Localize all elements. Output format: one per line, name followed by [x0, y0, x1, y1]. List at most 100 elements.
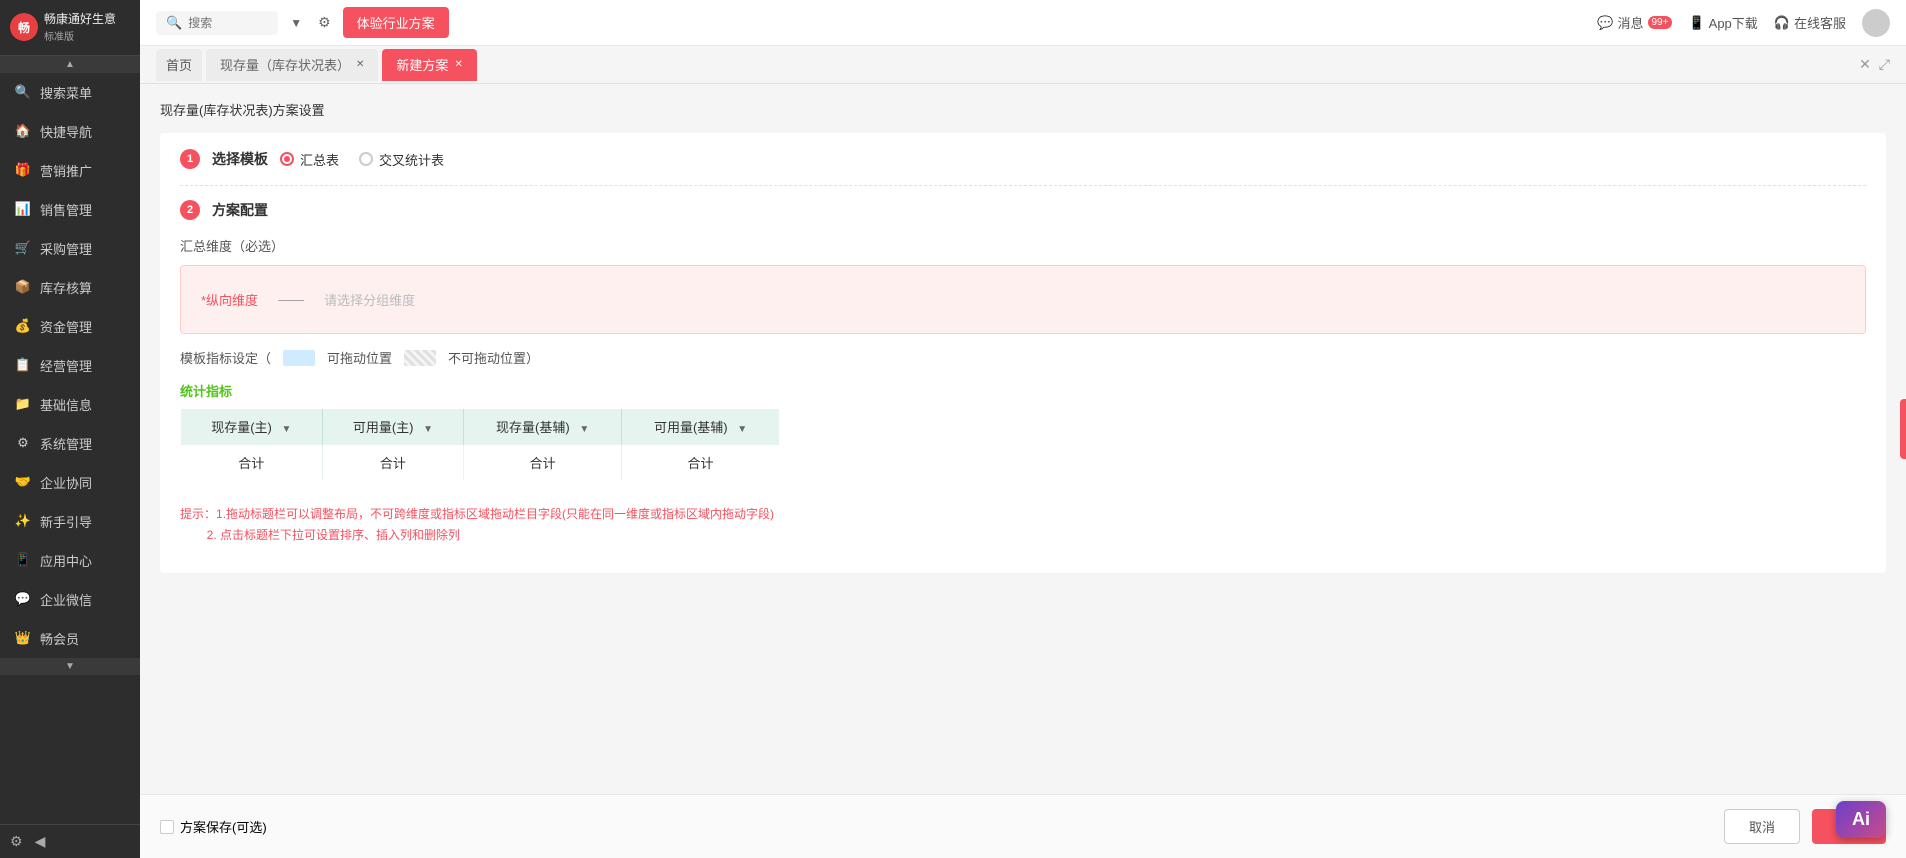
save-checkbox[interactable]: 方案保存(可选) — [160, 817, 267, 836]
sidebar-item-label: 畅会员 — [40, 629, 79, 648]
step2-title: 方案配置 — [212, 200, 268, 220]
sidebar-item-label: 企业微信 — [40, 590, 92, 609]
stat-label: 统计指标 — [180, 381, 1866, 400]
not-draggable-label: 不可拖动位置） — [448, 348, 539, 367]
sidebar-item-label: 销售管理 — [40, 200, 92, 219]
ai-float-button[interactable]: Ai — [1836, 801, 1886, 838]
radio-cross[interactable]: 交叉统计表 — [359, 150, 444, 169]
customer-service-label: 在线客服 — [1794, 13, 1846, 32]
col1-header[interactable]: 现存量(主) ▼ — [181, 409, 323, 445]
col3-value: 合计 — [464, 445, 622, 481]
money-icon: 💰 — [14, 317, 32, 335]
sidebar-item-label: 系统管理 — [40, 434, 92, 453]
divider1 — [180, 185, 1866, 186]
sidebar-item-finance[interactable]: 💰 资金管理 — [0, 307, 140, 346]
col1-value: 合计 — [181, 445, 323, 481]
col4-header[interactable]: 可用量(基辅) ▼ — [622, 409, 780, 445]
tab-home[interactable]: 首页 — [156, 49, 202, 81]
tab-inventory[interactable]: 现存量（库存状况表） ✕ — [206, 49, 378, 81]
logo-icon: 畅 — [10, 13, 38, 41]
sidebar-item-marketing[interactable]: 🎁 营销推广 — [0, 151, 140, 190]
chat-icon: 💬 — [14, 590, 32, 608]
content-area: 现存量(库存状况表)方案设置 1 选择模板 汇总表 交叉统计表 — [140, 84, 1906, 794]
col4-chevron[interactable]: ▼ — [737, 424, 747, 435]
indicator-settings-row: 模板指标设定（ 可拖动位置 不可拖动位置） — [180, 348, 1866, 367]
draggable-label: 可拖动位置 — [327, 348, 392, 367]
sidebar-item-system[interactable]: ⚙ 系统管理 — [0, 424, 140, 463]
cancel-button[interactable]: 取消 — [1724, 809, 1800, 844]
right-tab[interactable] — [1900, 399, 1906, 459]
main-area: 🔍 ▼ ⚙ 体验行业方案 💬 消息 99+ 📱 App下载 🎧 在线客服 — [140, 0, 1906, 858]
message-label: 消息 — [1617, 13, 1643, 32]
tab-inventory-close[interactable]: ✕ — [356, 59, 364, 70]
table-row: 合计 合计 合计 合计 — [181, 445, 780, 481]
home-icon: 🏠 — [14, 122, 32, 140]
trial-btn[interactable]: 体验行业方案 — [343, 7, 449, 38]
topbar-gear-icon[interactable]: ⚙ — [318, 14, 331, 31]
cart-icon: 🛒 — [14, 239, 32, 257]
sidebar-item-member[interactable]: 👑 畅会员 — [0, 619, 140, 658]
collapse-icon[interactable]: ◀ — [35, 833, 46, 850]
col1-chevron[interactable]: ▼ — [282, 424, 292, 435]
sidebar-scroll-up[interactable]: ▲ — [0, 56, 140, 73]
customer-service-item[interactable]: 🎧 在线客服 — [1774, 13, 1846, 32]
col2-chevron[interactable]: ▼ — [423, 424, 433, 435]
stat-table: 现存量(主) ▼ 可用量(主) ▼ 现存量(基辅) ▼ 可用量(基辅) — [180, 408, 780, 481]
sidebar-item-guide[interactable]: ✨ 新手引导 — [0, 502, 140, 541]
radio-summary[interactable]: 汇总表 — [280, 150, 339, 169]
sidebar-item-label: 新手引导 — [40, 512, 92, 531]
app-download-item[interactable]: 📱 App下载 — [1688, 13, 1757, 32]
tab-new-plan-label: 新建方案 — [396, 55, 448, 74]
gift-icon: 🎁 — [14, 161, 32, 179]
step1-badge: 1 — [180, 149, 200, 169]
sidebar-item-label: 采购管理 — [40, 239, 92, 258]
summary-dimension-label: 汇总维度（必选） — [180, 236, 1866, 255]
sidebar-item-apps[interactable]: 📱 应用中心 — [0, 541, 140, 580]
checkbox-box[interactable] — [160, 820, 174, 834]
expand-icon[interactable]: ⤢ — [1879, 56, 1890, 73]
dropdown-icon[interactable]: ▼ — [290, 16, 302, 30]
topbar-right: 💬 消息 99+ 📱 App下载 🎧 在线客服 — [1597, 9, 1890, 37]
sidebar-item-label: 搜索菜单 — [40, 83, 92, 102]
sidebar-bottom: ⚙ ◀ — [0, 824, 140, 858]
sidebar-item-operations[interactable]: 📋 经营管理 — [0, 346, 140, 385]
col2-label: 可用量(主) — [353, 420, 414, 435]
radio-summary-dot[interactable] — [280, 152, 294, 166]
col3-chevron[interactable]: ▼ — [579, 424, 589, 435]
topbar-search-box[interactable]: 🔍 — [156, 11, 278, 35]
dimension-placeholder: 请选择分组维度 — [324, 290, 415, 309]
tab-new-plan-close[interactable]: ✕ — [454, 59, 462, 70]
required-mark: *纵向维度 — [201, 290, 258, 309]
col2-header[interactable]: 可用量(主) ▼ — [322, 409, 464, 445]
sidebar-scroll-down[interactable]: ▼ — [0, 658, 140, 675]
tab-home-label: 首页 — [166, 55, 192, 74]
message-item[interactable]: 💬 消息 99+ — [1597, 13, 1672, 32]
message-badge: 99+ — [1648, 16, 1673, 29]
sidebar-item-sales[interactable]: 📊 销售管理 — [0, 190, 140, 229]
col4-label: 可用量(基辅) — [654, 420, 728, 435]
settings-icon[interactable]: ⚙ — [10, 833, 23, 850]
sidebar-item-basic[interactable]: 📁 基础信息 — [0, 385, 140, 424]
search-input[interactable] — [188, 16, 268, 30]
sidebar-item-label: 基础信息 — [40, 395, 92, 414]
tab-new-plan[interactable]: 新建方案 ✕ — [382, 49, 476, 81]
indicator-settings-label: 模板指标设定（ — [180, 348, 271, 367]
sidebar-item-label: 经营管理 — [40, 356, 92, 375]
sidebar-item-wechat[interactable]: 💬 企业微信 — [0, 580, 140, 619]
radio-cross-label: 交叉统计表 — [379, 150, 444, 169]
sidebar-item-purchase[interactable]: 🛒 采购管理 — [0, 229, 140, 268]
sidebar-item-corp[interactable]: 🤝 企业协同 — [0, 463, 140, 502]
sidebar-item-nav[interactable]: 🏠 快捷导航 — [0, 112, 140, 151]
sidebar-item-search[interactable]: 🔍 搜索菜单 — [0, 73, 140, 112]
message-icon: 💬 — [1597, 15, 1613, 31]
sidebar-item-label: 营销推广 — [40, 161, 92, 180]
sparkle-icon: ✨ — [14, 512, 32, 530]
close-window-icon[interactable]: ✕ — [1859, 56, 1871, 73]
sidebar-item-inventory[interactable]: 📦 库存核算 — [0, 268, 140, 307]
col3-label: 现存量(基辅) — [496, 420, 570, 435]
avatar[interactable] — [1862, 9, 1890, 37]
sidebar-item-label: 快捷导航 — [40, 122, 92, 141]
col3-header[interactable]: 现存量(基辅) ▼ — [464, 409, 622, 445]
handshake-icon: 🤝 — [14, 473, 32, 491]
radio-cross-dot[interactable] — [359, 152, 373, 166]
